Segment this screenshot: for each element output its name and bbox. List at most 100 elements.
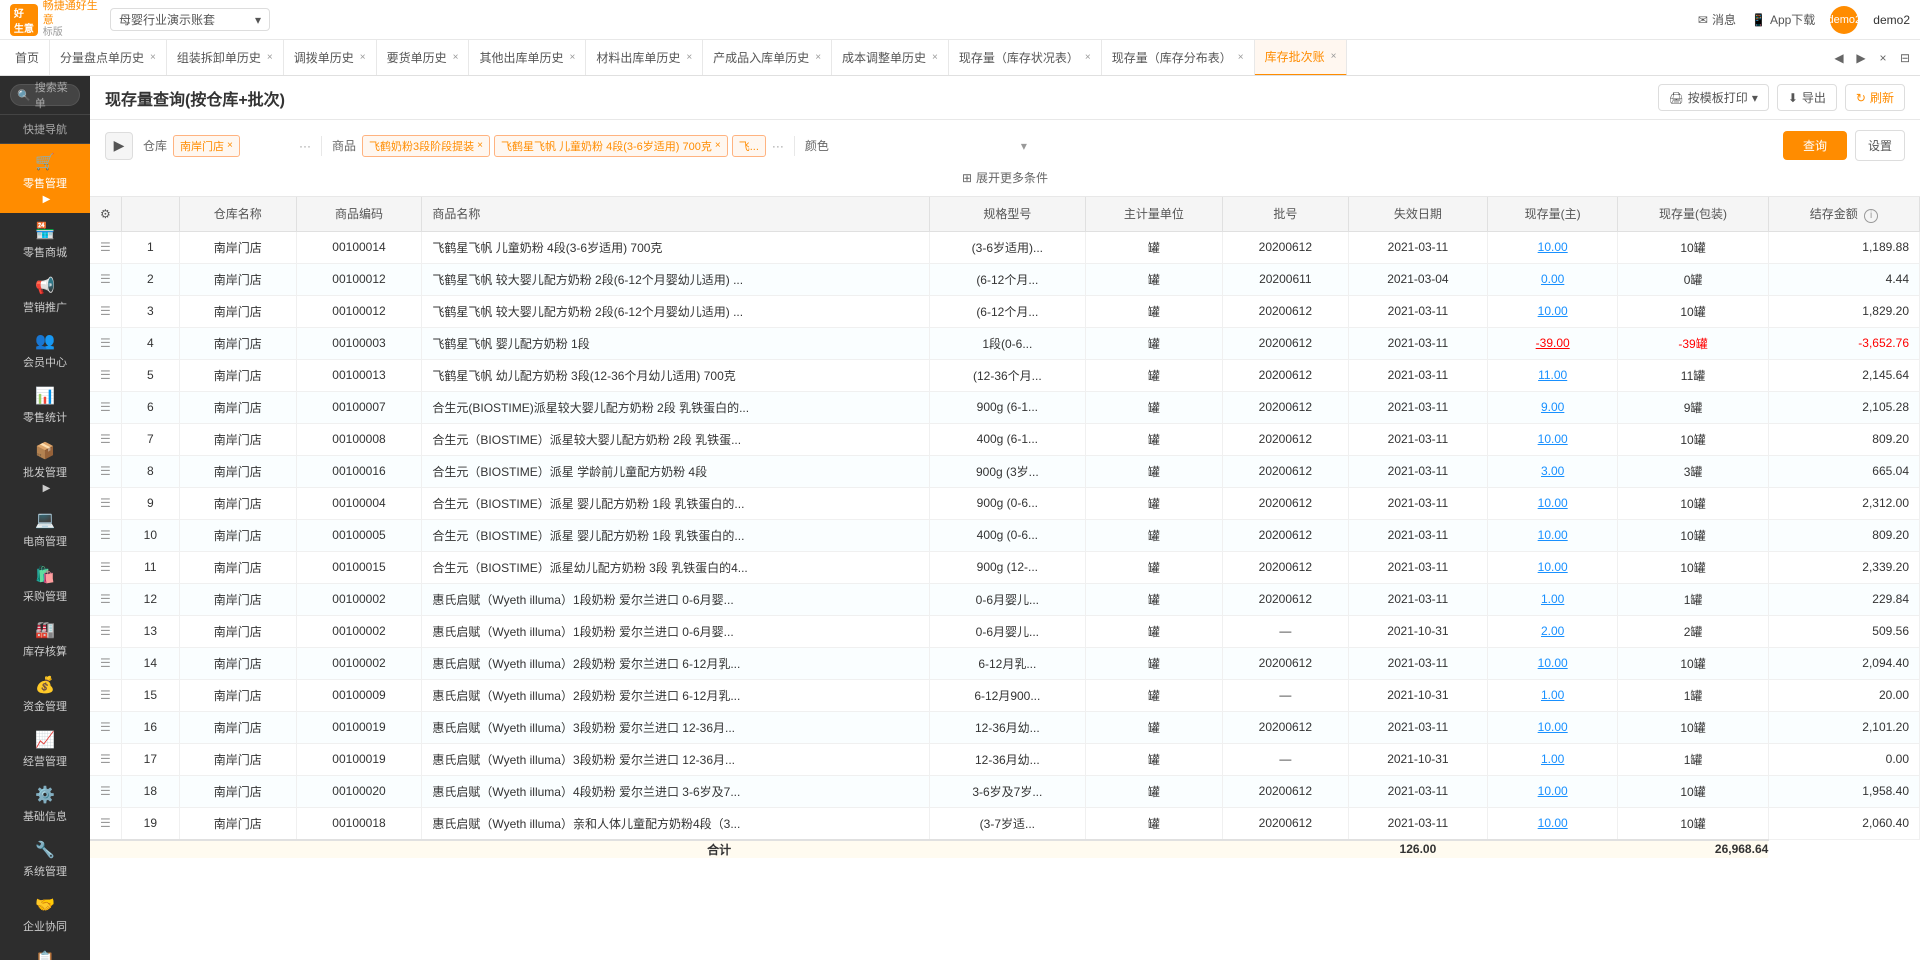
sidebar-item-purchase[interactable]: 🛍️ 采购管理	[0, 557, 90, 612]
row-qty-main-2[interactable]: 10.00	[1488, 295, 1618, 327]
sidebar-item-retail-stats[interactable]: 📊 零售统计	[0, 378, 90, 433]
settings-icon[interactable]: ⚙	[100, 207, 111, 221]
product-filter-more[interactable]: ···	[772, 139, 784, 153]
tab-close-10[interactable]: ×	[1331, 51, 1337, 62]
row-qty-main-1[interactable]: 0.00	[1488, 263, 1618, 295]
tab-home[interactable]: 首页	[5, 40, 50, 76]
row-select-3[interactable]: ☰	[90, 327, 121, 359]
tab-close-3[interactable]: ×	[453, 52, 459, 63]
row-select-6[interactable]: ☰	[90, 423, 121, 455]
product-tag-1[interactable]: 飞鹤星飞帆 儿童奶粉 4段(3-6岁适用) 700克 ×	[494, 135, 728, 157]
print-btn[interactable]: 🖨 按模板打印 ▾	[1658, 84, 1769, 111]
tab-2[interactable]: 调拨单历史 ×	[284, 40, 377, 76]
tab-8[interactable]: 现存量（库存状况表） ×	[949, 40, 1102, 76]
row-select-1[interactable]: ☰	[90, 263, 121, 295]
sidebar-item-retail-store[interactable]: 🏪 零售商城	[0, 213, 90, 268]
warehouse-tag-close-0[interactable]: ×	[227, 140, 233, 151]
row-select-4[interactable]: ☰	[90, 359, 121, 391]
row-qty-main-11[interactable]: 1.00	[1488, 583, 1618, 615]
message-btn[interactable]: ✉ 消息	[1698, 11, 1736, 28]
tab-close-9[interactable]: ×	[1238, 52, 1244, 63]
row-qty-main-17[interactable]: 10.00	[1488, 775, 1618, 807]
settings-btn[interactable]: 设置	[1855, 130, 1905, 161]
tab-close-0[interactable]: ×	[150, 52, 156, 63]
avatar[interactable]: demo2	[1830, 6, 1858, 34]
tab-close-7[interactable]: ×	[932, 52, 938, 63]
row-select-9[interactable]: ☰	[90, 519, 121, 551]
row-select-11[interactable]: ☰	[90, 583, 121, 615]
tab-prev-btn[interactable]: ◀	[1829, 48, 1849, 68]
row-qty-main-15[interactable]: 10.00	[1488, 711, 1618, 743]
warehouse-filter-more[interactable]: ···	[299, 139, 311, 153]
industry-selector[interactable]: 母婴行业演示账套 ▾	[110, 8, 270, 31]
row-qty-main-13[interactable]: 10.00	[1488, 647, 1618, 679]
tab-close-4[interactable]: ×	[569, 52, 575, 63]
row-qty-main-4[interactable]: 11.00	[1488, 359, 1618, 391]
tab-0[interactable]: 分量盘点单历史 ×	[50, 40, 167, 76]
sidebar-item-ecommerce[interactable]: 💻 电商管理	[0, 502, 90, 557]
tab-7[interactable]: 成本调整单历史 ×	[832, 40, 949, 76]
row-qty-main-6[interactable]: 10.00	[1488, 423, 1618, 455]
row-qty-main-7[interactable]: 3.00	[1488, 455, 1618, 487]
tab-next-btn[interactable]: ▶	[1851, 48, 1871, 68]
query-btn[interactable]: 查询	[1783, 131, 1847, 160]
tab-close-6[interactable]: ×	[815, 52, 821, 63]
row-select-10[interactable]: ☰	[90, 551, 121, 583]
row-select-17[interactable]: ☰	[90, 775, 121, 807]
tab-menu-btn[interactable]: ⊟	[1895, 48, 1915, 68]
row-select-12[interactable]: ☰	[90, 615, 121, 647]
row-qty-main-16[interactable]: 1.00	[1488, 743, 1618, 775]
color-filter-more[interactable]: ▾	[1021, 139, 1027, 153]
tab-close-5[interactable]: ×	[686, 52, 692, 63]
filter-expand-btn[interactable]: ▶	[105, 132, 133, 160]
tab-1[interactable]: 组装拆卸单历史 ×	[167, 40, 284, 76]
sidebar-item-wholesale[interactable]: 📦 批发管理 ▶	[0, 433, 90, 502]
row-select-13[interactable]: ☰	[90, 647, 121, 679]
tab-close-2[interactable]: ×	[360, 52, 366, 63]
app-download-btn[interactable]: 📱 App下载	[1751, 11, 1815, 28]
sidebar-item-basics[interactable]: ⚙️ 基础信息	[0, 777, 90, 832]
product-tag-close-1[interactable]: ×	[715, 140, 721, 151]
refresh-btn[interactable]: ↻ 刷新	[1845, 84, 1905, 111]
sidebar-item-retail-mgmt[interactable]: 🛒 零售管理 ▶	[0, 144, 90, 213]
sidebar-search[interactable]: 🔍 搜索菜单	[0, 76, 90, 115]
sidebar-item-marketing[interactable]: 📢 营销推广	[0, 268, 90, 323]
row-select-18[interactable]: ☰	[90, 807, 121, 840]
row-qty-main-14[interactable]: 1.00	[1488, 679, 1618, 711]
tab-9[interactable]: 现存量（库存分布表） ×	[1102, 40, 1255, 76]
sidebar-shortcut[interactable]: 快捷导航	[0, 115, 90, 144]
product-tag-0[interactable]: 飞鹤奶粉3段阶段提装 ×	[362, 135, 490, 157]
sidebar-item-inventory[interactable]: 🏭 库存核算	[0, 612, 90, 667]
row-select-16[interactable]: ☰	[90, 743, 121, 775]
product-tag-close-0[interactable]: ×	[477, 140, 483, 151]
amount-tooltip-icon[interactable]: i	[1864, 209, 1878, 223]
row-qty-main-3[interactable]: -39.00	[1488, 327, 1618, 359]
row-select-15[interactable]: ☰	[90, 711, 121, 743]
sidebar-item-guide[interactable]: 📋 新手引导	[0, 942, 90, 960]
tab-5[interactable]: 材料出库单历史 ×	[586, 40, 703, 76]
row-qty-main-8[interactable]: 10.00	[1488, 487, 1618, 519]
tab-close-all-btn[interactable]: ×	[1873, 48, 1893, 68]
export-btn[interactable]: ⬇ 导出	[1777, 84, 1837, 111]
row-select-7[interactable]: ☰	[90, 455, 121, 487]
row-qty-main-10[interactable]: 10.00	[1488, 551, 1618, 583]
tab-close-8[interactable]: ×	[1085, 52, 1091, 63]
tab-10[interactable]: 库存批次账 ×	[1255, 40, 1348, 76]
row-qty-main-18[interactable]: 10.00	[1488, 807, 1618, 840]
sidebar-item-operations[interactable]: 📈 经营管理	[0, 722, 90, 777]
expand-more-btn[interactable]: ⊞ 展开更多条件	[962, 169, 1048, 186]
row-qty-main-0[interactable]: 10.00	[1488, 231, 1618, 263]
tab-6[interactable]: 产成品入库单历史 ×	[703, 40, 832, 76]
row-select-5[interactable]: ☰	[90, 391, 121, 423]
warehouse-tag-0[interactable]: 南岸门店 ×	[173, 135, 240, 157]
row-select-14[interactable]: ☰	[90, 679, 121, 711]
row-qty-main-9[interactable]: 10.00	[1488, 519, 1618, 551]
row-select-8[interactable]: ☰	[90, 487, 121, 519]
sidebar-item-system[interactable]: 🔧 系统管理	[0, 832, 90, 887]
row-qty-main-5[interactable]: 9.00	[1488, 391, 1618, 423]
sidebar-item-collab[interactable]: 🤝 企业协同	[0, 887, 90, 942]
sidebar-item-finance[interactable]: 💰 资金管理	[0, 667, 90, 722]
row-select-0[interactable]: ☰	[90, 231, 121, 263]
row-qty-main-12[interactable]: 2.00	[1488, 615, 1618, 647]
tab-close-1[interactable]: ×	[267, 52, 273, 63]
